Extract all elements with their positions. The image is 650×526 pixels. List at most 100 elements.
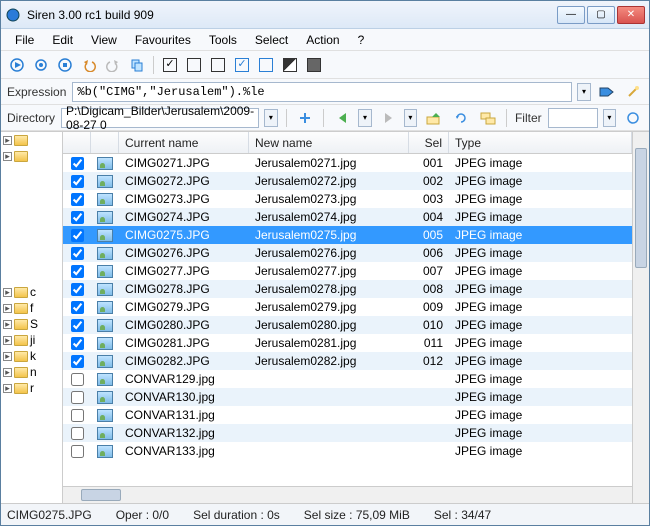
tree-item[interactable]: ▸S — [1, 316, 62, 332]
col-icon[interactable] — [91, 132, 119, 153]
tree-item[interactable]: ▸c — [1, 284, 62, 300]
forward-dropdown[interactable]: ▾ — [404, 109, 417, 127]
expand-icon[interactable]: ▸ — [3, 384, 12, 393]
row-checkbox[interactable] — [63, 247, 91, 260]
up-icon[interactable] — [423, 108, 444, 128]
table-row[interactable]: CONVAR133.jpgJPEG image — [63, 442, 632, 460]
refresh-icon[interactable] — [450, 108, 471, 128]
recurse-icon[interactable] — [477, 108, 498, 128]
table-row[interactable]: CONVAR129.jpgJPEG image — [63, 370, 632, 388]
col-sel[interactable]: Sel — [409, 132, 449, 153]
table-row[interactable]: CIMG0282.JPGJerusalem0282.jpg012JPEG ima… — [63, 352, 632, 370]
tree-item[interactable]: ▸r — [1, 380, 62, 396]
tree-item[interactable]: ▸n — [1, 364, 62, 380]
menu-select[interactable]: Select — [247, 31, 296, 49]
row-checkbox[interactable] — [63, 175, 91, 188]
row-checkbox[interactable] — [63, 211, 91, 224]
add-fav-icon[interactable] — [294, 108, 315, 128]
copy-icon[interactable] — [127, 55, 147, 75]
table-row[interactable]: CIMG0274.JPGJerusalem0274.jpg004JPEG ima… — [63, 208, 632, 226]
play-icon[interactable] — [7, 55, 27, 75]
filter-dropdown[interactable]: ▾ — [603, 109, 616, 127]
invert-icon[interactable] — [280, 55, 300, 75]
expand-icon[interactable]: ▸ — [3, 288, 12, 297]
redo-icon[interactable] — [103, 55, 123, 75]
check-sel-icon[interactable]: ✓ — [232, 55, 252, 75]
col-new[interactable]: New name — [249, 132, 409, 153]
row-checkbox[interactable] — [63, 283, 91, 296]
uncheck-icon[interactable] — [184, 55, 204, 75]
row-checkbox[interactable] — [63, 229, 91, 242]
expression-input[interactable]: %b("CIMG","Jerusalem").%le — [72, 82, 572, 102]
menu-action[interactable]: Action — [298, 31, 347, 49]
close-button[interactable]: ✕ — [617, 6, 645, 24]
expand-icon[interactable]: ▸ — [3, 368, 12, 377]
tree-item[interactable]: ▸ji — [1, 332, 62, 348]
gear-icon[interactable] — [31, 55, 51, 75]
row-checkbox[interactable] — [63, 301, 91, 314]
check-all-icon[interactable]: ✓ — [160, 55, 180, 75]
folder-tree[interactable]: ▸▸▸c▸f▸S▸ji▸k▸n▸r — [1, 132, 63, 503]
table-row[interactable]: CIMG0276.JPGJerusalem0276.jpg006JPEG ima… — [63, 244, 632, 262]
table-row[interactable]: CIMG0279.JPGJerusalem0279.jpg009JPEG ima… — [63, 298, 632, 316]
tag-icon[interactable] — [597, 82, 617, 102]
uncheck-sel-icon[interactable] — [256, 55, 276, 75]
table-row[interactable]: CIMG0278.JPGJerusalem0278.jpg008JPEG ima… — [63, 280, 632, 298]
expand-icon[interactable]: ▸ — [3, 152, 12, 161]
row-checkbox[interactable] — [63, 373, 91, 386]
menu-view[interactable]: View — [83, 31, 125, 49]
table-row[interactable]: CONVAR132.jpgJPEG image — [63, 424, 632, 442]
uncheck2-icon[interactable] — [208, 55, 228, 75]
table-row[interactable]: CIMG0280.JPGJerusalem0280.jpg010JPEG ima… — [63, 316, 632, 334]
row-checkbox[interactable] — [63, 445, 91, 458]
expand-icon[interactable]: ▸ — [3, 304, 12, 313]
table-row[interactable]: CIMG0275.JPGJerusalem0275.jpg005JPEG ima… — [63, 226, 632, 244]
row-checkbox[interactable] — [63, 157, 91, 170]
row-checkbox[interactable] — [63, 193, 91, 206]
horizontal-scrollbar[interactable] — [63, 486, 632, 503]
menu-help[interactable]: ? — [350, 31, 373, 49]
maximize-button[interactable]: ▢ — [587, 6, 615, 24]
directory-dropdown[interactable]: ▾ — [264, 109, 277, 127]
wand-icon[interactable] — [623, 82, 643, 102]
row-checkbox[interactable] — [63, 391, 91, 404]
row-checkbox[interactable] — [63, 265, 91, 278]
minimize-button[interactable]: — — [557, 6, 585, 24]
table-row[interactable]: CONVAR130.jpgJPEG image — [63, 388, 632, 406]
forward-icon[interactable] — [378, 108, 399, 128]
tree-item[interactable]: ▸f — [1, 300, 62, 316]
table-row[interactable]: CONVAR131.jpgJPEG image — [63, 406, 632, 424]
col-type[interactable]: Type — [449, 132, 632, 153]
back-icon[interactable] — [332, 108, 353, 128]
menu-favourites[interactable]: Favourites — [127, 31, 199, 49]
expand-icon[interactable]: ▸ — [3, 136, 12, 145]
expression-dropdown[interactable]: ▾ — [577, 83, 591, 101]
row-checkbox[interactable] — [63, 355, 91, 368]
fill-icon[interactable] — [304, 55, 324, 75]
menu-file[interactable]: File — [7, 31, 42, 49]
col-current[interactable]: Current name — [119, 132, 249, 153]
table-row[interactable]: CIMG0281.JPGJerusalem0281.jpg011JPEG ima… — [63, 334, 632, 352]
filter-input[interactable] — [548, 108, 598, 128]
filter-apply-icon[interactable] — [622, 108, 643, 128]
row-checkbox[interactable] — [63, 337, 91, 350]
menu-tools[interactable]: Tools — [201, 31, 245, 49]
list-body[interactable]: CIMG0271.JPGJerusalem0271.jpg001JPEG ima… — [63, 154, 632, 486]
row-checkbox[interactable] — [63, 427, 91, 440]
directory-input[interactable]: P:\Digicam_Bilder\Jerusalem\2009-08-27 0 — [61, 108, 259, 128]
expand-icon[interactable]: ▸ — [3, 336, 12, 345]
row-checkbox[interactable] — [63, 409, 91, 422]
col-check[interactable] — [63, 132, 91, 153]
table-row[interactable]: CIMG0273.JPGJerusalem0273.jpg003JPEG ima… — [63, 190, 632, 208]
table-row[interactable]: CIMG0271.JPGJerusalem0271.jpg001JPEG ima… — [63, 154, 632, 172]
tree-item[interactable]: ▸ — [1, 148, 62, 164]
tree-item[interactable]: ▸k — [1, 348, 62, 364]
row-checkbox[interactable] — [63, 319, 91, 332]
back-dropdown[interactable]: ▾ — [358, 109, 371, 127]
table-row[interactable]: CIMG0272.JPGJerusalem0272.jpg002JPEG ima… — [63, 172, 632, 190]
menu-edit[interactable]: Edit — [44, 31, 81, 49]
expand-icon[interactable]: ▸ — [3, 320, 12, 329]
vertical-scrollbar[interactable] — [632, 132, 649, 503]
expand-icon[interactable]: ▸ — [3, 352, 12, 361]
table-row[interactable]: CIMG0277.JPGJerusalem0277.jpg007JPEG ima… — [63, 262, 632, 280]
